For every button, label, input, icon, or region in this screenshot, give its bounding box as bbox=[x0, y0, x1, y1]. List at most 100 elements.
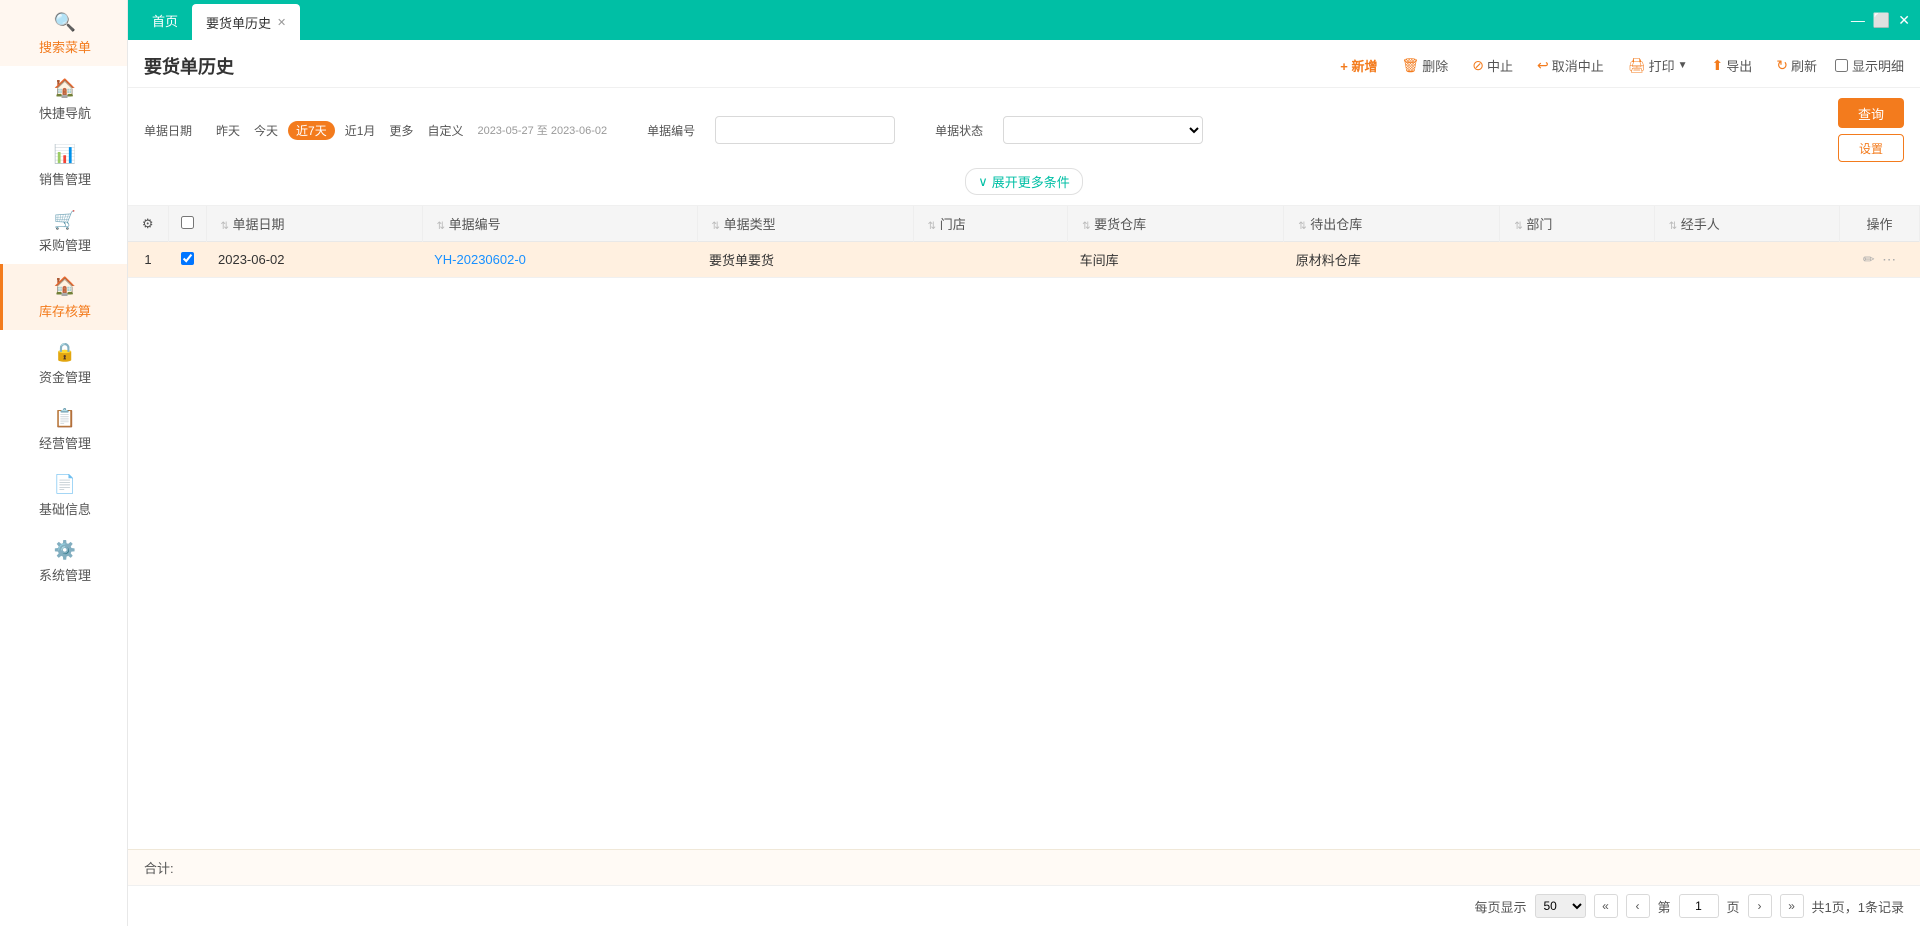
row-req-warehouse: 车间库 bbox=[1068, 242, 1284, 278]
doc-status-label: 单据状态 bbox=[935, 122, 983, 139]
doc-status-select[interactable] bbox=[1003, 116, 1203, 144]
query-button[interactable]: 查询 bbox=[1838, 98, 1904, 128]
top-bar-right: — ⬜ ✕ bbox=[1851, 12, 1910, 29]
page-suffix: 页 bbox=[1727, 897, 1740, 916]
date-shortcut-custom[interactable]: 自定义 bbox=[423, 121, 467, 140]
sidebar-item-label: 库存核算 bbox=[39, 301, 91, 320]
filter-action-buttons: 查询 设置 bbox=[1838, 98, 1904, 162]
sidebar-item-inventory[interactable]: 🏠 库存核算 bbox=[0, 264, 127, 330]
toolbar: + 新增 🗑 删除 ⊘ 中止 ↩ 取消中止 🖨 打印 ▼ bbox=[1334, 52, 1904, 79]
refresh-icon: ↻ bbox=[1776, 57, 1788, 74]
table-row: 1 2023-06-02 YH-20230602-0 要货单要货 车间库 原材料… bbox=[128, 242, 1920, 278]
sort-icon: ⇅ bbox=[1514, 221, 1522, 232]
sort-icon: ⇅ bbox=[1669, 221, 1677, 232]
select-all-checkbox[interactable] bbox=[181, 216, 194, 229]
stop-button[interactable]: ⊘ 中止 bbox=[1466, 52, 1519, 79]
page-title: 要货单历史 bbox=[144, 53, 234, 79]
sidebar-item-purchase[interactable]: 🛒 采购管理 bbox=[0, 198, 127, 264]
maximize-btn[interactable]: ⬜ bbox=[1873, 12, 1890, 29]
col-req-warehouse: ⇅ 要货仓库 bbox=[1068, 206, 1284, 242]
row-doc-no: YH-20230602-0 bbox=[422, 242, 697, 278]
table-header: ⚙ ⇅ 单据日期 ⇅ 单据编号 bbox=[128, 206, 1920, 242]
column-settings-icon[interactable]: ⚙ bbox=[142, 216, 154, 231]
col-doc-no: ⇅ 单据编号 bbox=[422, 206, 697, 242]
sidebar-item-system[interactable]: ⚙️ 系统管理 bbox=[0, 528, 127, 594]
expand-more-button[interactable]: ∨ 展开更多条件 bbox=[965, 168, 1083, 195]
date-range-display: 2023-05-27 至 2023-06-02 bbox=[477, 122, 607, 138]
sort-icon: ⇅ bbox=[1082, 221, 1090, 232]
first-page-btn[interactable]: « bbox=[1594, 894, 1618, 918]
close-btn[interactable]: ✕ bbox=[1898, 12, 1910, 29]
table-container: ⚙ ⇅ 单据日期 ⇅ 单据编号 bbox=[128, 206, 1920, 849]
sidebar-item-quick-nav[interactable]: 🏠 快捷导航 bbox=[0, 66, 127, 132]
main-area: 首页 要货单历史 ✕ — ⬜ ✕ 要货单历史 + 新增 🗑 删除 bbox=[128, 0, 1920, 926]
tab-home[interactable]: 首页 bbox=[138, 0, 192, 40]
filter-area: 单据日期 昨天 今天 近7天 近1月 更多 自定义 2023-05-27 至 2… bbox=[128, 88, 1920, 206]
row-more-icon[interactable]: ⋯ bbox=[1882, 251, 1896, 267]
date-shortcut-more[interactable]: 更多 bbox=[385, 121, 417, 140]
col-doc-date: ⇅ 单据日期 bbox=[206, 206, 422, 242]
sort-icon: ⇅ bbox=[437, 221, 445, 232]
display-detail-checkbox[interactable]: 显示明细 bbox=[1835, 56, 1904, 75]
date-shortcut-today[interactable]: 今天 bbox=[250, 121, 282, 140]
page-label: 第 bbox=[1658, 897, 1671, 916]
sidebar-item-sales[interactable]: 📊 销售管理 bbox=[0, 132, 127, 198]
total-info: 共1页，1条记录 bbox=[1812, 897, 1904, 916]
sidebar-item-search[interactable]: 🔍 搜索菜单 bbox=[0, 0, 127, 66]
filter-settings-button[interactable]: 设置 bbox=[1838, 134, 1904, 162]
pagination-bar: 每页显示 20 50 100 200 « ‹ 第 页 › » 共1页，1条记录 bbox=[128, 885, 1920, 926]
sidebar-item-label: 销售管理 bbox=[39, 169, 91, 188]
table-body: 1 2023-06-02 YH-20230602-0 要货单要货 车间库 原材料… bbox=[128, 242, 1920, 278]
col-handler: ⇅ 经手人 bbox=[1654, 206, 1839, 242]
quick-nav-icon: 🏠 bbox=[54, 78, 76, 99]
basic-info-icon: 📄 bbox=[54, 474, 76, 495]
date-shortcut-7days[interactable]: 近7天 bbox=[288, 121, 335, 140]
sidebar-item-operations[interactable]: 📋 经营管理 bbox=[0, 396, 127, 462]
cancel-stop-button[interactable]: ↩ 取消中止 bbox=[1531, 52, 1610, 79]
date-shortcut-yesterday[interactable]: 昨天 bbox=[212, 121, 244, 140]
purchase-icon: 🛒 bbox=[54, 210, 76, 231]
content-area: 要货单历史 + 新增 🗑 删除 ⊘ 中止 ↩ 取消中止 🖨 bbox=[128, 40, 1920, 926]
display-detail-input[interactable] bbox=[1835, 59, 1848, 72]
tab-close-icon[interactable]: ✕ bbox=[277, 16, 286, 29]
date-shortcut-1month[interactable]: 近1月 bbox=[341, 121, 380, 140]
header-row: ⚙ ⇅ 单据日期 ⇅ 单据编号 bbox=[128, 206, 1920, 242]
sidebar-item-label: 系统管理 bbox=[39, 565, 91, 584]
sidebar-item-finance[interactable]: 🔒 资金管理 bbox=[0, 330, 127, 396]
last-page-btn[interactable]: » bbox=[1780, 894, 1804, 918]
next-page-btn[interactable]: › bbox=[1748, 894, 1772, 918]
doc-no-input[interactable] bbox=[715, 116, 895, 144]
row-num: 1 bbox=[128, 242, 168, 278]
page-header: 要货单历史 + 新增 🗑 删除 ⊘ 中止 ↩ 取消中止 🖨 bbox=[128, 40, 1920, 88]
sort-icon: ⇅ bbox=[1298, 221, 1306, 232]
sidebar: 🔍 搜索菜单 🏠 快捷导航 📊 销售管理 🛒 采购管理 🏠 库存核算 🔒 资金管… bbox=[0, 0, 128, 926]
minimize-btn[interactable]: — bbox=[1851, 12, 1865, 28]
total-label: 合计: bbox=[144, 861, 174, 876]
doc-no-link[interactable]: YH-20230602-0 bbox=[434, 252, 526, 267]
operations-icon: 📋 bbox=[54, 408, 76, 429]
row-pending-warehouse: 原材料仓库 bbox=[1284, 242, 1500, 278]
delete-button[interactable]: 🗑 删除 bbox=[1395, 52, 1454, 79]
finance-icon: 🔒 bbox=[54, 342, 76, 363]
delete-icon: 🗑 bbox=[1401, 57, 1419, 74]
date-filter-label: 单据日期 bbox=[144, 122, 192, 139]
refresh-button[interactable]: ↻ 刷新 bbox=[1770, 52, 1823, 79]
per-page-select[interactable]: 20 50 100 200 bbox=[1535, 894, 1586, 918]
sidebar-item-label: 快捷导航 bbox=[39, 103, 91, 122]
sidebar-item-basic-info[interactable]: 📄 基础信息 bbox=[0, 462, 127, 528]
sort-icon: ⇅ bbox=[928, 221, 936, 232]
per-page-label: 每页显示 bbox=[1474, 897, 1526, 916]
row-edit-icon[interactable]: ✏ bbox=[1863, 251, 1875, 267]
current-page-input[interactable] bbox=[1679, 894, 1719, 918]
top-bar: 首页 要货单历史 ✕ — ⬜ ✕ bbox=[128, 0, 1920, 40]
export-icon: ⬆ bbox=[1711, 57, 1723, 74]
prev-page-btn[interactable]: ‹ bbox=[1626, 894, 1650, 918]
print-button[interactable]: 🖨 打印 ▼ bbox=[1622, 52, 1694, 79]
col-store: ⇅ 门店 bbox=[913, 206, 1067, 242]
row-checkbox[interactable] bbox=[181, 252, 194, 265]
row-checkbox-cell bbox=[168, 242, 206, 278]
filter-row-1: 单据日期 昨天 今天 近7天 近1月 更多 自定义 2023-05-27 至 2… bbox=[144, 98, 1904, 162]
export-button[interactable]: ⬆ 导出 bbox=[1705, 52, 1758, 79]
new-button[interactable]: + 新增 bbox=[1334, 52, 1383, 79]
tab-requisition-history[interactable]: 要货单历史 ✕ bbox=[192, 4, 300, 40]
